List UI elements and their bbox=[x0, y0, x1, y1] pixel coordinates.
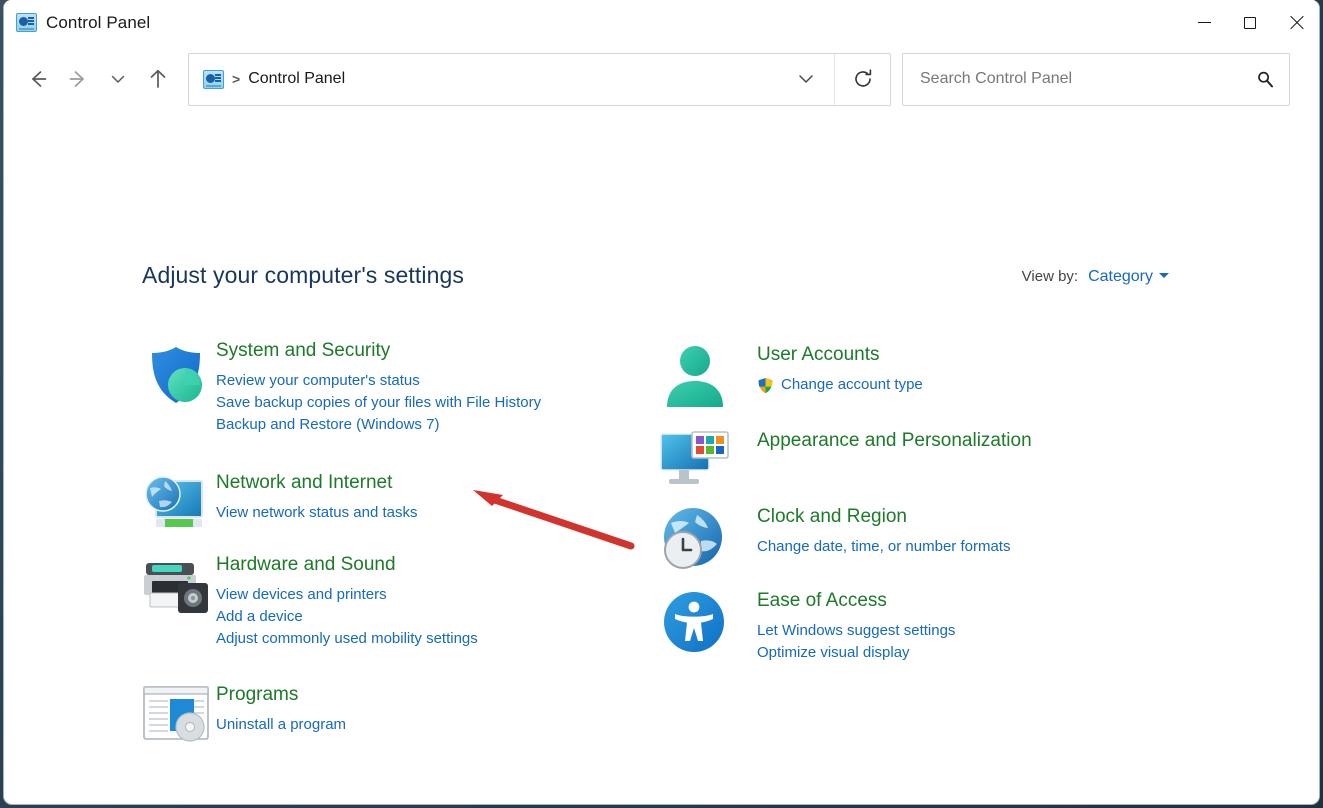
category-link[interactable]: Let Windows suggest settings bbox=[757, 620, 955, 642]
navigation-bar: > Control Panel bbox=[4, 45, 1319, 113]
category-body: System and Security Review your computer… bbox=[216, 341, 541, 437]
category-link[interactable]: Review your computer's status bbox=[216, 370, 541, 392]
category-body: Network and Internet View network status… bbox=[216, 473, 418, 524]
window-title: Control Panel bbox=[46, 13, 150, 33]
arrow-left-icon bbox=[25, 66, 51, 92]
category-link: Change account type bbox=[781, 374, 923, 396]
programs-window-disc-icon bbox=[142, 685, 216, 736]
category-appearance-and-personalization: Appearance and Personalization bbox=[659, 431, 1032, 460]
close-button[interactable] bbox=[1273, 0, 1319, 45]
category-body: Hardware and Sound View devices and prin… bbox=[216, 555, 478, 651]
category-link[interactable]: View devices and printers bbox=[216, 584, 478, 606]
forward-button[interactable] bbox=[58, 59, 98, 99]
chevron-down-icon bbox=[107, 68, 129, 90]
category-body: Programs Uninstall a program bbox=[216, 685, 346, 736]
refresh-button[interactable] bbox=[834, 54, 890, 105]
arrow-up-icon bbox=[145, 66, 171, 92]
category-title[interactable]: System and Security bbox=[216, 341, 390, 360]
breadcrumb[interactable]: > Control Panel bbox=[189, 70, 778, 89]
address-bar[interactable]: > Control Panel bbox=[188, 53, 891, 106]
recent-locations-button[interactable] bbox=[98, 59, 138, 99]
minimize-icon bbox=[1198, 22, 1211, 23]
breadcrumb-control-panel-icon bbox=[203, 70, 224, 89]
category-network-and-internet: Network and Internet View network status… bbox=[142, 473, 418, 524]
category-link[interactable]: Add a device bbox=[216, 606, 478, 628]
up-button[interactable] bbox=[138, 59, 178, 99]
category-user-accounts: User Accounts Change account type bbox=[659, 345, 923, 396]
page-title: Adjust your computer's settings bbox=[142, 262, 464, 289]
refresh-icon bbox=[851, 67, 875, 91]
breadcrumb-control-panel[interactable]: Control Panel bbox=[248, 70, 345, 88]
category-body: Clock and Region Change date, time, or n… bbox=[757, 507, 1010, 558]
uac-shield-icon bbox=[757, 377, 774, 394]
category-link[interactable]: Optimize visual display bbox=[757, 642, 955, 664]
category-hardware-and-sound: Hardware and Sound View devices and prin… bbox=[142, 555, 478, 651]
category-title[interactable]: Hardware and Sound bbox=[216, 555, 396, 574]
category-link-row[interactable]: Change account type bbox=[757, 374, 923, 396]
search-box[interactable] bbox=[902, 53, 1290, 106]
annotation-arrow bbox=[459, 478, 639, 553]
user-account-icon bbox=[659, 345, 757, 396]
shield-icon bbox=[142, 341, 216, 437]
category-title[interactable]: Network and Internet bbox=[216, 473, 392, 492]
category-title[interactable]: Clock and Region bbox=[757, 507, 907, 526]
globe-clock-icon bbox=[659, 507, 757, 558]
chevron-down-icon bbox=[795, 68, 817, 90]
content-area: Adjust your computer's settings View by:… bbox=[4, 113, 1319, 797]
search-input[interactable] bbox=[918, 69, 1255, 89]
category-clock-and-region: Clock and Region Change date, time, or n… bbox=[659, 507, 1010, 558]
caret-down-icon bbox=[1159, 273, 1169, 278]
category-link[interactable]: Backup and Restore (Windows 7) bbox=[216, 414, 541, 436]
category-programs: Programs Uninstall a program bbox=[142, 685, 346, 736]
view-by-control: View by: Category bbox=[1022, 268, 1169, 286]
arrow-right-icon bbox=[65, 66, 91, 92]
category-ease-of-access: Ease of Access Let Windows suggest setti… bbox=[659, 591, 955, 664]
category-link[interactable]: Adjust commonly used mobility settings bbox=[216, 628, 478, 650]
category-title[interactable]: Ease of Access bbox=[757, 591, 887, 610]
monitor-palette-icon bbox=[659, 431, 757, 460]
minimize-button[interactable] bbox=[1181, 0, 1227, 45]
close-icon bbox=[1289, 15, 1304, 30]
category-title[interactable]: Programs bbox=[216, 685, 298, 704]
network-globe-monitor-icon bbox=[142, 473, 216, 524]
search-icon[interactable] bbox=[1255, 69, 1275, 89]
category-title[interactable]: User Accounts bbox=[757, 345, 880, 364]
category-body: Ease of Access Let Windows suggest setti… bbox=[757, 591, 955, 664]
category-body: User Accounts Change account type bbox=[757, 345, 923, 396]
view-by-label: View by: bbox=[1022, 268, 1078, 285]
title-bar-left: Control Panel bbox=[4, 13, 150, 33]
category-link[interactable]: Change date, time, or number formats bbox=[757, 536, 1010, 558]
printer-speaker-icon bbox=[142, 555, 216, 651]
control-panel-icon bbox=[16, 13, 37, 32]
category-title[interactable]: Appearance and Personalization bbox=[757, 431, 1032, 450]
category-link[interactable]: View network status and tasks bbox=[216, 502, 418, 524]
category-link[interactable]: Save backup copies of your files with Fi… bbox=[216, 392, 541, 414]
control-panel-window: Control Panel bbox=[3, 0, 1320, 805]
address-dropdown-button[interactable] bbox=[778, 54, 834, 105]
category-body: Appearance and Personalization bbox=[757, 431, 1032, 460]
view-by-dropdown[interactable]: Category bbox=[1088, 268, 1169, 286]
breadcrumb-separator: > bbox=[232, 71, 240, 87]
maximize-icon bbox=[1244, 17, 1256, 29]
view-by-value: Category bbox=[1088, 268, 1153, 286]
category-system-and-security: System and Security Review your computer… bbox=[142, 341, 541, 437]
maximize-button[interactable] bbox=[1227, 0, 1273, 45]
window-controls bbox=[1181, 0, 1319, 45]
back-button[interactable] bbox=[18, 59, 58, 99]
title-bar: Control Panel bbox=[4, 0, 1319, 45]
category-link[interactable]: Uninstall a program bbox=[216, 714, 346, 736]
ease-of-access-icon bbox=[659, 591, 757, 664]
